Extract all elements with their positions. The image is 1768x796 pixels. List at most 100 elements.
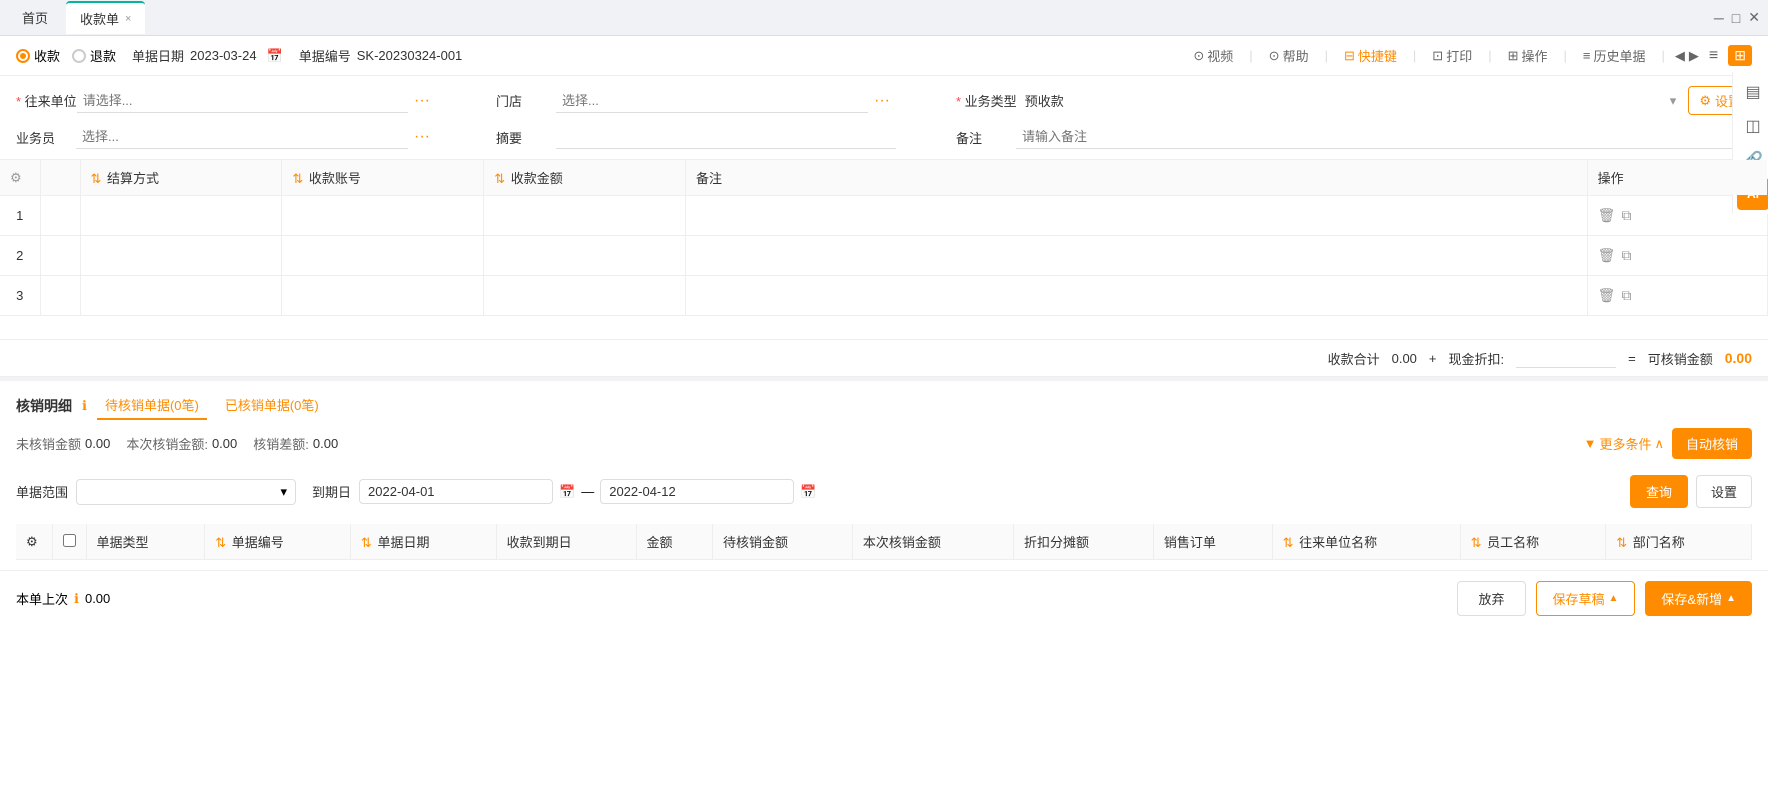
sidebar-table-icon[interactable]: ▤ [1737,76,1768,108]
select-all-checkbox[interactable] [63,534,76,547]
toolbar: 收款 退款 单据日期 2023-03-24 📅 单据编号 SK-20230324… [0,36,1768,76]
counterpart-more-btn[interactable]: ··· [408,92,436,110]
copy-row-2-icon[interactable]: ⧉ [1621,247,1631,264]
plus-sign: + [1429,351,1437,366]
tab-done[interactable]: 已核销单据(0笔) [217,391,327,420]
remark-input[interactable] [1016,125,1752,149]
range-filter: 单据范围 ▾ [16,479,296,505]
th-row-num [40,160,80,196]
operation-btn[interactable]: ⊞ 操作 [1502,44,1554,67]
footer: 本单上次 ℹ 0.00 放弃 保存草稿 ▲ 保存&新增 ▲ [0,570,1768,626]
more-conditions-btn[interactable]: ▼ 更多条件 ∧ [1584,434,1664,453]
staff-more-btn[interactable]: ··· [408,128,436,146]
history-btn[interactable]: ≡ 历史单据 [1577,44,1652,67]
draft-arrow-icon: ▲ [1609,593,1619,604]
sidebar-panel-icon[interactable]: ◫ [1737,110,1768,142]
bth-sales-label: 销售订单 [1164,535,1216,550]
store-more-btn[interactable]: ··· [868,92,896,110]
nav-right-icon[interactable]: ▶ [1689,48,1699,64]
store-input[interactable] [556,89,868,113]
radio-refund-label: 退款 [90,46,116,65]
tab-pending[interactable]: 待核销单据(0笔) [97,391,207,420]
td-remark-2[interactable] [686,236,1588,276]
unchecked-label: 未核销金额 [16,434,81,453]
save-new-btn[interactable]: 保存&新增 ▲ [1645,581,1752,616]
staff-input[interactable] [76,125,408,149]
td-account-1[interactable] [282,196,484,236]
net-label: 可核销金额 [1648,349,1713,368]
query-btn[interactable]: 查询 [1630,475,1688,508]
date-from-input[interactable] [359,479,553,504]
tab-active[interactable]: 收款单 × [66,1,145,34]
layout-list-icon[interactable]: ≡ [1709,47,1718,65]
help-btn[interactable]: ⊙ 帮助 [1263,44,1315,67]
tab-close-icon[interactable]: × [125,13,131,25]
summary-label: 摘要 [496,128,556,147]
docnum-field-group: 单据编号 SK-20230324-001 [299,46,463,65]
sort-icon2: ⇅ [292,171,303,186]
bottom-table-area: ⚙ 单据类型 ⇅ 单据编号 ⇅ [16,524,1752,560]
th-remark: 备注 [686,160,1588,196]
verify-info-icon[interactable]: ℹ [82,398,87,414]
table-row: 3 🗑 ⧉ [0,276,1768,316]
window-minimize-icon[interactable]: ─ [1714,10,1724,26]
bth-type-label: 单据类型 [97,535,149,550]
print-btn[interactable]: ⊡ 打印 [1426,44,1478,67]
window-maximize-icon[interactable]: □ [1732,10,1740,26]
td-amount-1[interactable] [484,196,686,236]
auto-verify-btn[interactable]: 自动核销 [1672,428,1752,459]
more-conditions-label: 更多条件 [1599,434,1651,453]
td-remark-3[interactable] [686,276,1588,316]
delete-row-1-icon[interactable]: 🗑 [1598,207,1616,224]
range-select[interactable]: ▾ [76,479,296,505]
td-amount-2[interactable] [484,236,686,276]
docnum-value: SK-20230324-001 [357,48,463,63]
video-btn[interactable]: ⊙ 视频 [1187,44,1239,67]
window-close-icon[interactable]: ✕ [1748,9,1760,26]
layout-grid-icon[interactable]: ⊞ [1728,45,1752,66]
discount-input[interactable] [1516,348,1616,368]
radio-receive[interactable]: 收款 [16,46,60,65]
setting-btn2[interactable]: 设置 [1696,475,1752,508]
radio-refund[interactable]: 退款 [72,46,116,65]
nav-left-icon[interactable]: ◀ [1675,48,1685,64]
business-type-dropdown-icon[interactable]: ▾ [1670,93,1677,109]
shortcut-icon: ⊟ [1344,48,1355,64]
abandon-btn[interactable]: 放弃 [1457,581,1525,616]
staff-field: 业务员 ··· [16,125,436,149]
td-account-3[interactable] [282,276,484,316]
delete-row-2-icon[interactable]: 🗑 [1598,247,1616,264]
counterpart-input[interactable] [77,89,408,113]
store-label: 门店 [496,91,556,110]
current-stat: 本次核销金额: 0.00 [126,434,237,453]
copy-row-1-icon[interactable]: ⧉ [1621,207,1631,224]
shortcut-btn[interactable]: ⊟ 快捷键 [1338,44,1403,67]
date-to-input[interactable] [600,479,794,504]
td-amount-3[interactable] [484,276,686,316]
save-draft-btn[interactable]: 保存草稿 ▲ [1536,581,1636,616]
filter-row: 单据范围 ▾ 到期日 📅 — 📅 查询 设置 [16,467,1752,516]
store-field: 门店 ··· [496,89,896,113]
calendar-to-icon[interactable]: 📅 [800,484,816,500]
td-settlement-1[interactable] [80,196,282,236]
table-gear-icon[interactable]: ⚙ [10,170,22,185]
range-dropdown-icon: ▾ [280,484,287,500]
copy-row-3-icon[interactable]: ⧉ [1621,287,1631,304]
current-label: 本次核销金额: [126,434,208,453]
prev-value: 0.00 [85,591,110,606]
bth-pending-label: 待核销金额 [723,535,788,550]
tab-home[interactable]: 首页 [8,2,62,33]
calendar-from-icon[interactable]: 📅 [559,484,575,500]
summary-input[interactable] [556,125,896,149]
info-icon2[interactable]: ℹ [74,591,79,607]
td-settlement-2[interactable] [80,236,282,276]
delete-row-3-icon[interactable]: 🗑 [1598,287,1616,304]
date-range: 📅 — 📅 [359,479,816,504]
td-account-2[interactable] [282,236,484,276]
td-remark-1[interactable] [686,196,1588,236]
bottom-table-gear-icon[interactable]: ⚙ [26,534,38,549]
calendar-icon[interactable]: 📅 [267,48,283,64]
unchecked-stat: 未核销金额 0.00 [16,434,110,453]
td-settlement-3[interactable] [80,276,282,316]
th-actions: 操作 [1587,160,1767,196]
